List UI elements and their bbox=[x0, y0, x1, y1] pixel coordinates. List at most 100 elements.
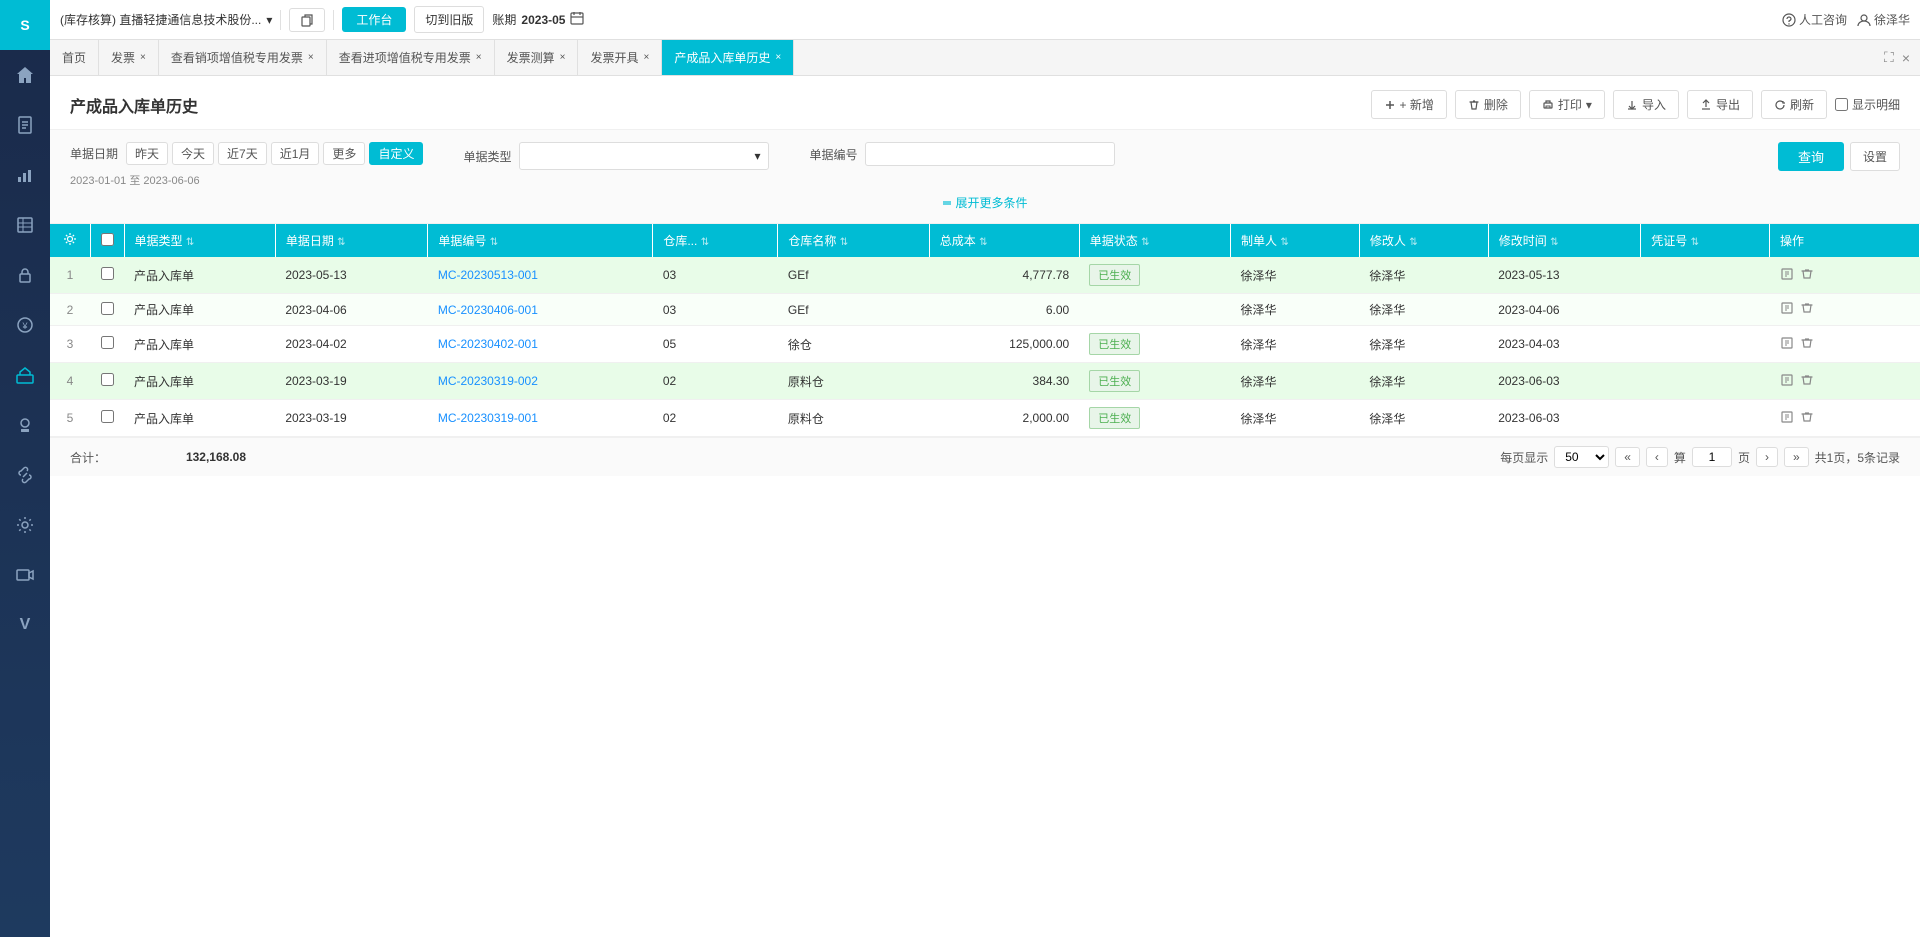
row-delete-btn-5[interactable] bbox=[1800, 410, 1814, 427]
select-all-checkbox[interactable] bbox=[101, 233, 114, 246]
th-no[interactable]: 单据编号 ⇅ bbox=[428, 224, 653, 257]
support-btn[interactable]: 人工咨询 bbox=[1782, 11, 1847, 28]
tab-invoices-label: 发票 bbox=[111, 49, 135, 66]
sidebar-item-video[interactable] bbox=[0, 550, 50, 600]
reset-btn[interactable]: 设置 bbox=[1850, 142, 1900, 171]
row-status-4: 已生效 bbox=[1079, 363, 1230, 400]
th-modify-time[interactable]: 修改时间 ⇅ bbox=[1488, 224, 1641, 257]
custom-btn[interactable]: 自定义 bbox=[369, 142, 423, 165]
tab-invoice-issue-close[interactable]: × bbox=[643, 52, 649, 63]
copy-btn[interactable] bbox=[289, 8, 325, 32]
sidebar-item-link[interactable] bbox=[0, 450, 50, 500]
last-page-btn[interactable]: » bbox=[1784, 447, 1809, 467]
sidebar-item-book[interactable] bbox=[0, 200, 50, 250]
tab-purchase-vat-close[interactable]: × bbox=[476, 52, 482, 63]
row-delete-btn-1[interactable] bbox=[1800, 267, 1814, 284]
first-page-btn[interactable]: « bbox=[1615, 447, 1640, 467]
next-page-btn[interactable]: › bbox=[1756, 447, 1778, 467]
new-btn[interactable]: + 新增 bbox=[1371, 90, 1447, 119]
more-btn[interactable]: 更多 bbox=[323, 142, 365, 165]
no-filter-input[interactable] bbox=[865, 142, 1115, 166]
support-label: 人工咨询 bbox=[1799, 11, 1847, 28]
page-input[interactable] bbox=[1692, 447, 1732, 467]
th-voucher-no[interactable]: 凭证号 ⇅ bbox=[1641, 224, 1770, 257]
app-logo[interactable]: S bbox=[0, 0, 50, 50]
sidebar-item-home[interactable] bbox=[0, 50, 50, 100]
row-checkbox-1[interactable] bbox=[90, 257, 124, 294]
yesterday-btn[interactable]: 昨天 bbox=[126, 142, 168, 165]
th-type[interactable]: 单据类型 ⇅ bbox=[124, 224, 275, 257]
company-selector[interactable]: (库存核算) 直播轻捷通信息技术股份... ▾ bbox=[60, 11, 272, 28]
sidebar-item-settings[interactable] bbox=[0, 500, 50, 550]
th-date[interactable]: 单据日期 ⇅ bbox=[275, 224, 428, 257]
th-checkbox[interactable] bbox=[90, 224, 124, 257]
refresh-btn[interactable]: 刷新 bbox=[1761, 90, 1827, 119]
print-dropdown-icon[interactable]: ▾ bbox=[1586, 98, 1592, 112]
page-size-select[interactable]: 50 100 200 bbox=[1554, 446, 1609, 468]
th-creator[interactable]: 制单人 ⇅ bbox=[1231, 224, 1360, 257]
workspace-btn[interactable]: 工作台 bbox=[342, 7, 406, 32]
row-edit-btn-1[interactable] bbox=[1780, 267, 1794, 284]
row-no-5[interactable]: MC-20230319-001 bbox=[428, 400, 653, 437]
query-btn[interactable]: 查询 bbox=[1778, 142, 1844, 171]
tab-close-all-btn[interactable]: × bbox=[1902, 50, 1910, 66]
sidebar-item-inventory[interactable] bbox=[0, 350, 50, 400]
import-btn[interactable]: 导入 bbox=[1613, 90, 1679, 119]
row-no-4[interactable]: MC-20230319-002 bbox=[428, 363, 653, 400]
show-detail-checkbox[interactable] bbox=[1835, 98, 1848, 111]
th-warehouse-name[interactable]: 仓库名称 ⇅ bbox=[778, 224, 929, 257]
row-edit-btn-2[interactable] bbox=[1780, 301, 1794, 318]
th-total-cost[interactable]: 总成本 ⇅ bbox=[929, 224, 1079, 257]
tab-invoice-calc[interactable]: 发票测算 × bbox=[495, 40, 579, 76]
tab-invoices-close[interactable]: × bbox=[140, 52, 146, 63]
period-calendar-icon[interactable] bbox=[570, 11, 584, 28]
tab-invoice-calc-close[interactable]: × bbox=[560, 52, 566, 63]
tab-home[interactable]: 首页 bbox=[50, 40, 99, 76]
print-btn[interactable]: 打印 ▾ bbox=[1529, 90, 1605, 119]
row-no-3[interactable]: MC-20230402-001 bbox=[428, 326, 653, 363]
tab-invoices[interactable]: 发票 × bbox=[99, 40, 159, 76]
th-status[interactable]: 单据状态 ⇅ bbox=[1079, 224, 1230, 257]
row-checkbox-5[interactable] bbox=[90, 400, 124, 437]
th-settings[interactable] bbox=[50, 224, 90, 257]
row-no-1[interactable]: MC-20230513-001 bbox=[428, 257, 653, 294]
row-edit-btn-5[interactable] bbox=[1780, 410, 1794, 427]
row-checkbox-2[interactable] bbox=[90, 294, 124, 326]
prev-page-btn[interactable]: ‹ bbox=[1646, 447, 1668, 467]
expand-more-btn[interactable]: 展开更多条件 bbox=[942, 194, 1027, 211]
row-edit-btn-3[interactable] bbox=[1780, 336, 1794, 353]
sidebar-item-chart[interactable] bbox=[0, 150, 50, 200]
tab-invoice-issue[interactable]: 发票开具 × bbox=[578, 40, 662, 76]
type-filter-label: 单据类型 bbox=[463, 148, 511, 165]
history-btn[interactable]: 切到旧版 bbox=[414, 6, 484, 33]
tab-sales-vat[interactable]: 查看销项增值税专用发票 × bbox=[159, 40, 327, 76]
sidebar-item-lock[interactable] bbox=[0, 250, 50, 300]
th-modifier[interactable]: 修改人 ⇅ bbox=[1359, 224, 1488, 257]
last1month-btn[interactable]: 近1月 bbox=[271, 142, 320, 165]
export-btn[interactable]: 导出 bbox=[1687, 90, 1753, 119]
today-btn[interactable]: 今天 bbox=[172, 142, 214, 165]
tab-purchase-vat[interactable]: 查看进项增值税专用发票 × bbox=[327, 40, 495, 76]
delete-btn[interactable]: 删除 bbox=[1455, 90, 1521, 119]
user-menu[interactable]: 徐泽华 bbox=[1857, 11, 1910, 28]
sidebar-item-invoice[interactable] bbox=[0, 100, 50, 150]
tab-product-history-close[interactable]: × bbox=[775, 52, 781, 63]
sidebar-item-stamp[interactable] bbox=[0, 400, 50, 450]
row-delete-btn-3[interactable] bbox=[1800, 336, 1814, 353]
row-checkbox-3[interactable] bbox=[90, 326, 124, 363]
th-warehouse-code[interactable]: 仓库... ⇅ bbox=[653, 224, 778, 257]
row-checkbox-4[interactable] bbox=[90, 363, 124, 400]
tab-product-history[interactable]: 产成品入库单历史 × bbox=[662, 40, 794, 76]
show-detail-checkbox-label[interactable]: 显示明细 bbox=[1835, 96, 1900, 113]
tab-sales-vat-close[interactable]: × bbox=[308, 52, 314, 63]
row-delete-btn-2[interactable] bbox=[1800, 301, 1814, 318]
type-filter-select[interactable]: ▾ bbox=[519, 142, 769, 170]
row-no-2[interactable]: MC-20230406-001 bbox=[428, 294, 653, 326]
row-edit-btn-4[interactable] bbox=[1780, 373, 1794, 390]
tab-maximize-btn[interactable]: ⛶ bbox=[1884, 49, 1894, 66]
sidebar-item-v[interactable]: V bbox=[0, 600, 50, 650]
row-delete-btn-4[interactable] bbox=[1800, 373, 1814, 390]
last7days-btn[interactable]: 近7天 bbox=[218, 142, 267, 165]
sidebar-item-asset[interactable]: ¥ bbox=[0, 300, 50, 350]
tab-home-label: 首页 bbox=[62, 49, 86, 66]
